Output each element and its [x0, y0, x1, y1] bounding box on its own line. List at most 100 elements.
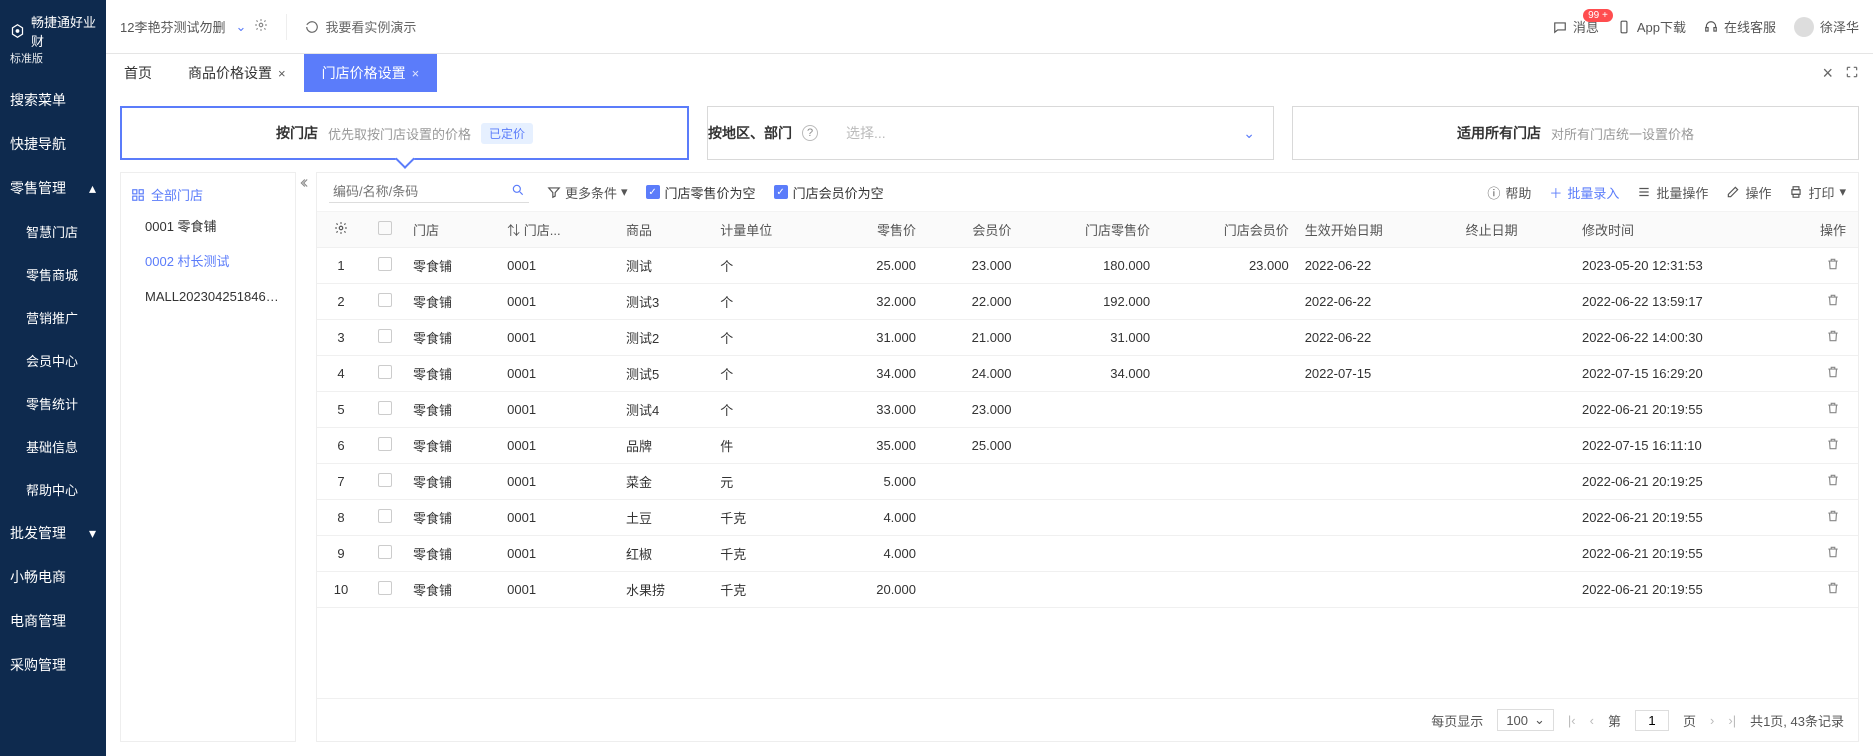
row-checkbox[interactable]	[365, 500, 405, 536]
row-checkbox[interactable]	[365, 536, 405, 572]
org-selector[interactable]: 12李艳芬测试勿删 ⌄	[120, 17, 246, 36]
sidebar-quicknav[interactable]: 快捷导航	[0, 122, 106, 166]
delete-icon[interactable]	[1826, 331, 1840, 346]
support-button[interactable]: 在线客服	[1704, 17, 1776, 36]
print-button[interactable]: 打印▾	[1789, 183, 1846, 202]
row-checkbox[interactable]	[365, 248, 405, 284]
row-checkbox[interactable]	[365, 464, 405, 500]
gear-icon[interactable]	[254, 18, 268, 35]
col-modify[interactable]: 修改时间	[1574, 212, 1808, 248]
cell-store-retail: 192.000	[1019, 284, 1158, 320]
sidebar-retail[interactable]: 零售管理▴	[0, 166, 106, 210]
sidebar-sub-stats[interactable]: 零售统计	[0, 382, 106, 425]
row-checkbox[interactable]	[365, 572, 405, 608]
mode-by-region[interactable]: 按地区、部门 ? 选择... ⌄	[707, 106, 1274, 160]
row-checkbox[interactable]	[365, 428, 405, 464]
filter-retail-empty[interactable]: ✓门店零售价为空	[646, 183, 756, 202]
tree-item[interactable]: 0002 村长测试	[127, 243, 289, 278]
row-checkbox[interactable]	[365, 284, 405, 320]
table-row[interactable]: 5零食铺0001测试4个33.00023.0002022-06-21 20:19…	[317, 392, 1858, 428]
batch-operate-button[interactable]: 批量操作	[1637, 183, 1708, 202]
table-row[interactable]: 7零食铺0001菜金元5.0002022-06-21 20:19:25	[317, 464, 1858, 500]
page-input[interactable]	[1635, 710, 1669, 731]
per-page-select[interactable]: 100⌄	[1497, 709, 1554, 731]
help-button[interactable]: ⓘ帮助	[1487, 183, 1531, 202]
col-start[interactable]: 生效开始日期	[1297, 212, 1458, 248]
sidebar-sub-smartstore[interactable]: 智慧门店	[0, 210, 106, 253]
tab-home[interactable]: 首页	[106, 54, 170, 92]
row-checkbox[interactable]	[365, 392, 405, 428]
table-row[interactable]: 1零食铺0001测试个25.00023.000180.00023.0002022…	[317, 248, 1858, 284]
delete-icon[interactable]	[1826, 367, 1840, 382]
col-checkbox[interactable]	[365, 212, 405, 248]
table-row[interactable]: 9零食铺0001红椒千克4.0002022-06-21 20:19:55	[317, 536, 1858, 572]
help-icon[interactable]: ?	[802, 125, 818, 141]
first-page-button[interactable]: |‹	[1568, 713, 1576, 728]
tree-item[interactable]: MALL20230425184612 哆啦	[127, 278, 289, 313]
col-store[interactable]: 门店	[405, 212, 499, 248]
search-icon[interactable]	[511, 183, 525, 200]
delete-icon[interactable]	[1826, 511, 1840, 526]
delete-icon[interactable]	[1826, 439, 1840, 454]
user-menu[interactable]: 徐泽华	[1794, 17, 1859, 37]
mode-by-store[interactable]: 按门店 优先取按门店设置的价格 已定价	[120, 106, 689, 160]
row-checkbox[interactable]	[365, 356, 405, 392]
table-row[interactable]: 6零食铺0001品牌件35.00025.0002022-07-15 16:11:…	[317, 428, 1858, 464]
avatar	[1794, 17, 1814, 37]
tree-item[interactable]: 0001 零食铺	[127, 208, 289, 243]
col-store-member[interactable]: 门店会员价	[1158, 212, 1297, 248]
col-retail[interactable]: 零售价	[829, 212, 924, 248]
operate-button[interactable]: 操作	[1726, 183, 1771, 202]
tab-store-price[interactable]: 门店价格设置×	[304, 54, 438, 92]
tree-all-stores[interactable]: 全部门店	[127, 181, 289, 208]
sidebar-purchase[interactable]: 采购管理	[0, 643, 106, 687]
sidebar-search[interactable]: 搜索菜单	[0, 78, 106, 122]
table-row[interactable]: 4零食铺0001测试5个34.00024.00034.0002022-07-15…	[317, 356, 1858, 392]
sidebar-xch[interactable]: 小畅电商	[0, 555, 106, 599]
table-row[interactable]: 2零食铺0001测试3个32.00022.000192.0002022-06-2…	[317, 284, 1858, 320]
row-index: 1	[317, 248, 365, 284]
sidebar-sub-marketing[interactable]: 营销推广	[0, 296, 106, 339]
more-filters-button[interactable]: 更多条件▾	[547, 183, 628, 202]
batch-entry-button[interactable]: ＋批量录入	[1549, 183, 1619, 202]
next-page-button[interactable]: ›	[1710, 713, 1714, 728]
delete-icon[interactable]	[1826, 403, 1840, 418]
close-icon[interactable]: ×	[278, 66, 286, 81]
row-checkbox[interactable]	[365, 320, 405, 356]
prev-page-button[interactable]: ‹	[1590, 713, 1594, 728]
mode-all-stores[interactable]: 适用所有门店 对所有门店统一设置价格	[1292, 106, 1859, 160]
close-all-icon[interactable]: ×	[1822, 63, 1833, 84]
close-icon[interactable]: ×	[412, 66, 420, 81]
messages-button[interactable]: 消息 99 +	[1553, 17, 1599, 36]
collapse-tree-button[interactable]	[296, 172, 316, 742]
tab-product-price[interactable]: 商品价格设置×	[170, 54, 304, 92]
table-row[interactable]: 8零食铺0001土豆千克4.0002022-06-21 20:19:55	[317, 500, 1858, 536]
delete-icon[interactable]	[1826, 475, 1840, 490]
sidebar-ecom[interactable]: 电商管理	[0, 599, 106, 643]
app-download-button[interactable]: App下载	[1617, 17, 1686, 36]
col-unit[interactable]: 计量单位	[712, 212, 828, 248]
delete-icon[interactable]	[1826, 295, 1840, 310]
col-product[interactable]: 商品	[618, 212, 712, 248]
col-store-retail[interactable]: 门店零售价	[1019, 212, 1158, 248]
delete-icon[interactable]	[1826, 259, 1840, 274]
table-row[interactable]: 10零食铺0001水果捞千克20.0002022-06-21 20:19:55	[317, 572, 1858, 608]
fullscreen-icon[interactable]	[1845, 65, 1859, 82]
sidebar-sub-help[interactable]: 帮助中心	[0, 468, 106, 511]
sidebar-sub-basicinfo[interactable]: 基础信息	[0, 425, 106, 468]
sidebar-sub-retailmall[interactable]: 零售商城	[0, 253, 106, 296]
demo-link[interactable]: 我要看实例演示	[305, 17, 416, 36]
last-page-button[interactable]: ›|	[1728, 713, 1736, 728]
filter-member-empty[interactable]: ✓门店会员价为空	[774, 183, 884, 202]
delete-icon[interactable]	[1826, 547, 1840, 562]
col-settings[interactable]	[317, 212, 365, 248]
table-row[interactable]: 3零食铺0001测试2个31.00021.00031.0002022-06-22…	[317, 320, 1858, 356]
delete-icon[interactable]	[1826, 583, 1840, 598]
col-member[interactable]: 会员价	[924, 212, 1019, 248]
col-end[interactable]: 终止日期	[1458, 212, 1574, 248]
cell-store-code: 0001	[499, 320, 618, 356]
sidebar-sub-member[interactable]: 会员中心	[0, 339, 106, 382]
sidebar-wholesale[interactable]: 批发管理▾	[0, 511, 106, 555]
col-store-code[interactable]: ⇅ 门店...	[499, 212, 618, 248]
search-input[interactable]	[333, 184, 511, 199]
